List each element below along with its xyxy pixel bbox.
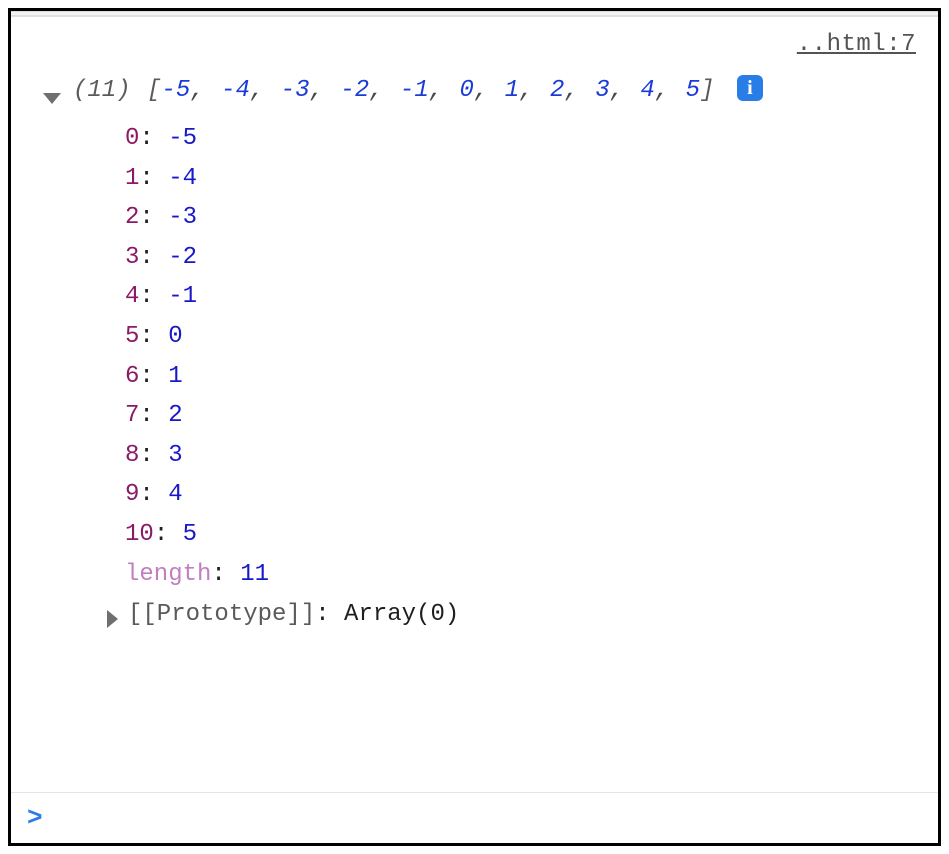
colon: :: [315, 596, 344, 634]
array-entry[interactable]: 4: -1: [125, 277, 920, 317]
array-preview-value: 0: [460, 77, 474, 104]
log-entry: (11) [-5, -4, -3, -2, -1, 0, 1, 2, 3, 4,…: [19, 73, 920, 635]
entry-index: 5: [125, 323, 139, 350]
entry-index: 6: [125, 363, 139, 390]
entry-value: -5: [168, 125, 197, 152]
array-entry[interactable]: 10: 5: [125, 515, 920, 555]
length-key: length: [125, 561, 211, 588]
close-bracket: ]: [700, 77, 731, 104]
array-preview-value: 5: [686, 77, 700, 104]
array-length-badge: (11): [73, 77, 147, 104]
info-icon[interactable]: i: [737, 75, 763, 101]
length-value: 11: [240, 561, 269, 588]
array-entry[interactable]: 3: -2: [125, 238, 920, 278]
console-prompt[interactable]: >: [11, 792, 938, 843]
comma: ,: [564, 77, 595, 104]
console-panel: ..html:7 (11) [-5, -4, -3, -2, -1, 0, 1,…: [8, 8, 941, 846]
array-summary-row[interactable]: (11) [-5, -4, -3, -2, -1, 0, 1, 2, 3, 4,…: [49, 73, 920, 109]
array-preview-value: -2: [340, 77, 369, 104]
entry-value: 5: [183, 521, 197, 548]
prototype-key: [[Prototype]]: [128, 596, 315, 634]
array-preview-value: 1: [505, 77, 519, 104]
entry-index: 8: [125, 442, 139, 469]
length-row[interactable]: length: 11: [125, 555, 920, 595]
open-bracket: [: [147, 77, 161, 104]
chevron-right-icon: >: [27, 803, 43, 833]
array-entry[interactable]: 6: 1: [125, 357, 920, 397]
array-entry[interactable]: 0: -5: [125, 119, 920, 159]
comma: ,: [309, 77, 340, 104]
array-preview-value: 3: [595, 77, 609, 104]
array-preview-value: -5: [161, 77, 190, 104]
array-entry[interactable]: 2: -3: [125, 198, 920, 238]
comma: ,: [429, 77, 460, 104]
comma: ,: [610, 77, 641, 104]
entry-value: 2: [168, 402, 182, 429]
entry-index: 10: [125, 521, 154, 548]
entry-index: 1: [125, 165, 139, 192]
entry-index: 4: [125, 283, 139, 310]
entry-value: 0: [168, 323, 182, 350]
array-entry[interactable]: 8: 3: [125, 436, 920, 476]
array-preview-value: 4: [640, 77, 654, 104]
comma: ,: [369, 77, 400, 104]
entry-index: 3: [125, 244, 139, 271]
array-preview-value: -1: [400, 77, 429, 104]
comma: ,: [474, 77, 505, 104]
entry-index: 0: [125, 125, 139, 152]
array-entry[interactable]: 7: 2: [125, 396, 920, 436]
comma: ,: [519, 77, 550, 104]
entry-index: 9: [125, 481, 139, 508]
entry-value: -4: [168, 165, 197, 192]
prototype-value: Array(0): [344, 596, 459, 634]
comma: ,: [250, 77, 281, 104]
entry-value: 1: [168, 363, 182, 390]
entry-value: -3: [168, 204, 197, 231]
entry-index: 7: [125, 402, 139, 429]
array-entries: 0: -51: -42: -33: -24: -15: 06: 17: 28: …: [125, 119, 920, 594]
entry-index: 2: [125, 204, 139, 231]
comma: ,: [190, 77, 221, 104]
collapse-toggle-icon[interactable]: [43, 93, 61, 104]
array-summary-text: (11) [-5, -4, -3, -2, -1, 0, 1, 2, 3, 4,…: [73, 73, 763, 109]
array-preview-value: -4: [221, 77, 250, 104]
expand-toggle-icon[interactable]: [107, 610, 118, 628]
entry-value: 4: [168, 481, 182, 508]
prototype-row[interactable]: [[Prototype]] : Array(0): [107, 596, 920, 634]
entry-value: 3: [168, 442, 182, 469]
array-entry[interactable]: 1: -4: [125, 159, 920, 199]
console-body: ..html:7 (11) [-5, -4, -3, -2, -1, 0, 1,…: [11, 17, 938, 792]
array-entry[interactable]: 5: 0: [125, 317, 920, 357]
source-link[interactable]: ..html:7: [797, 31, 916, 58]
entry-value: -2: [168, 244, 197, 271]
array-preview-value: -3: [281, 77, 310, 104]
array-entry[interactable]: 9: 4: [125, 475, 920, 515]
comma: ,: [655, 77, 686, 104]
entry-value: -1: [168, 283, 197, 310]
array-preview-value: 2: [550, 77, 564, 104]
